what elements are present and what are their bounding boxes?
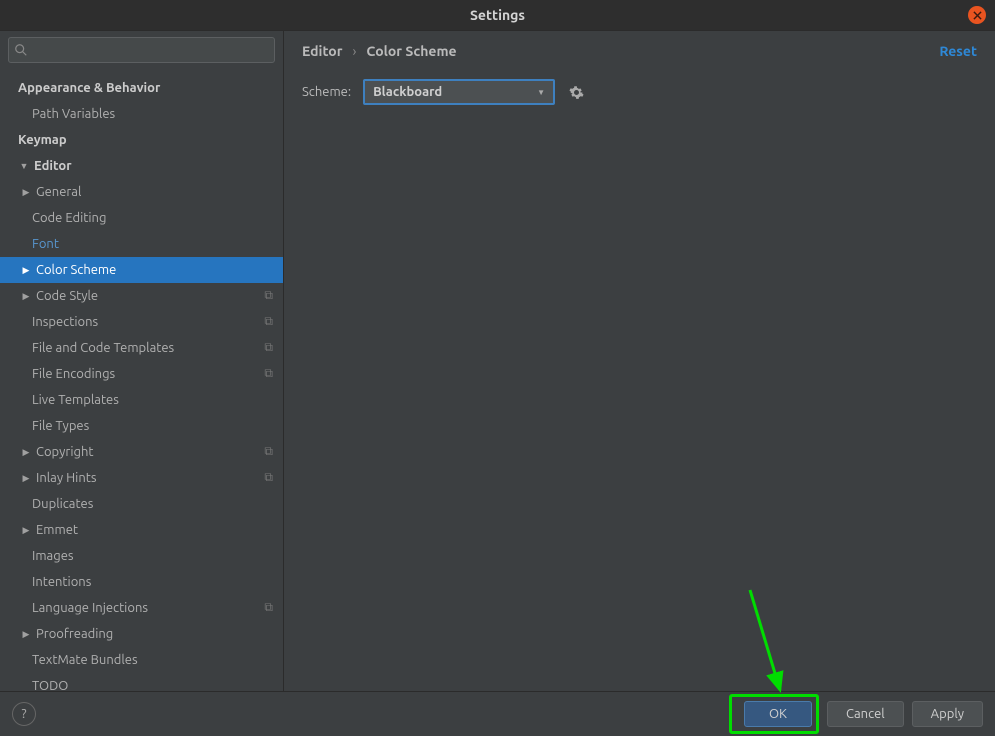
tree-item-label: Intentions <box>32 575 273 589</box>
reset-link[interactable]: Reset <box>939 43 977 59</box>
search-icon <box>14 43 28 57</box>
titlebar: Settings <box>0 0 995 30</box>
project-scope-icon: ⧉ <box>264 471 273 485</box>
tree-item[interactable]: TODO <box>0 673 283 691</box>
tree-item-label: Copyright <box>36 445 264 459</box>
tree-item[interactable]: Font <box>0 231 283 257</box>
chevron-right-icon: ▶ <box>20 187 32 198</box>
chevron-right-icon: ▶ <box>20 265 32 276</box>
project-scope-icon: ⧉ <box>264 445 273 459</box>
search-input[interactable] <box>8 37 275 63</box>
tree-item-label: File Encodings <box>32 367 264 381</box>
tree-item[interactable]: Appearance & Behavior <box>0 75 283 101</box>
tree-item[interactable]: TextMate Bundles <box>0 647 283 673</box>
tree-item[interactable]: ▶ General <box>0 179 283 205</box>
settings-sidebar: Appearance & Behavior Path Variables Keyma… <box>0 31 284 691</box>
tree-item-label: Live Templates <box>32 393 273 407</box>
scheme-value: Blackboard <box>373 85 442 99</box>
project-scope-icon: ⧉ <box>264 341 273 355</box>
chevron-right-icon: ▶ <box>20 447 32 458</box>
breadcrumb: Editor › Color Scheme <box>302 43 977 59</box>
tree-item[interactable]: Live Templates <box>0 387 283 413</box>
chevron-down-icon: ▼ <box>18 161 30 171</box>
tree-item-label: Keymap <box>18 133 273 147</box>
tree-item-label: Emmet <box>36 523 273 537</box>
scheme-gear-button[interactable] <box>567 83 585 101</box>
tree-item-label: Inspections <box>32 315 264 329</box>
chevron-right-icon: ▶ <box>20 291 32 302</box>
dialog-footer: ? OK Cancel Apply <box>0 691 995 736</box>
tree-item-label: General <box>36 185 273 199</box>
tree-item[interactable]: Language Injections⧉ <box>0 595 283 621</box>
tree-item-label: Font <box>32 237 273 251</box>
breadcrumb-leaf: Color Scheme <box>366 43 456 59</box>
tree-item[interactable]: File and Code Templates⧉ <box>0 335 283 361</box>
tree-item[interactable]: Inspections⧉ <box>0 309 283 335</box>
window-title: Settings <box>470 7 525 23</box>
tree-item-label: Path Variables <box>32 107 273 121</box>
tree-item[interactable]: Keymap <box>0 127 283 153</box>
apply-button[interactable]: Apply <box>912 701 983 727</box>
close-icon <box>973 11 982 20</box>
breadcrumb-root[interactable]: Editor <box>302 43 342 59</box>
chevron-right-icon: ▶ <box>20 525 32 536</box>
gear-icon <box>569 85 584 100</box>
close-button[interactable] <box>968 6 986 24</box>
tree-item[interactable]: ▶ Code Style⧉ <box>0 283 283 309</box>
tree-item[interactable]: ▶ Proofreading <box>0 621 283 647</box>
tree-item-label: File Types <box>32 419 273 433</box>
tree-item-label: Images <box>32 549 273 563</box>
project-scope-icon: ⧉ <box>264 315 273 329</box>
tree-item-label: Code Editing <box>32 211 273 225</box>
tree-item[interactable]: ▼ Editor <box>0 153 283 179</box>
scheme-select[interactable]: Blackboard ▼ <box>363 79 555 105</box>
scheme-row: Scheme: Blackboard ▼ <box>302 79 977 105</box>
tree-item-label: File and Code Templates <box>32 341 264 355</box>
tree-item[interactable]: Intentions <box>0 569 283 595</box>
tree-item[interactable]: File Encodings⧉ <box>0 361 283 387</box>
project-scope-icon: ⧉ <box>264 367 273 381</box>
tree-item-label: Language Injections <box>32 601 264 615</box>
tree-item[interactable]: ▶ Emmet <box>0 517 283 543</box>
ok-highlight-annotation: OK <box>729 694 819 734</box>
settings-tree[interactable]: Appearance & Behavior Path Variables Keyma… <box>0 67 283 691</box>
tree-item-label: Duplicates <box>32 497 273 511</box>
tree-item[interactable]: Code Editing <box>0 205 283 231</box>
cancel-button[interactable]: Cancel <box>827 701 904 727</box>
tree-item[interactable]: File Types <box>0 413 283 439</box>
tree-item-label: TextMate Bundles <box>32 653 273 667</box>
help-button[interactable]: ? <box>12 702 36 726</box>
project-scope-icon: ⧉ <box>264 601 273 615</box>
tree-item[interactable]: ▶ Color Scheme <box>0 257 283 283</box>
tree-item[interactable]: ▶ Copyright⧉ <box>0 439 283 465</box>
tree-item[interactable]: Duplicates <box>0 491 283 517</box>
tree-item-label: Editor <box>34 159 273 173</box>
chevron-right-icon: ▶ <box>20 473 32 484</box>
tree-item-label: Appearance & Behavior <box>18 81 273 95</box>
tree-item-label: Inlay Hints <box>36 471 264 485</box>
scheme-label: Scheme: <box>302 85 351 99</box>
tree-item[interactable]: ▶ Inlay Hints⧉ <box>0 465 283 491</box>
tree-item-label: Color Scheme <box>36 263 273 277</box>
tree-item-label: Code Style <box>36 289 264 303</box>
settings-content: Editor › Color Scheme Reset Scheme: Blac… <box>284 31 995 691</box>
tree-item[interactable]: Path Variables <box>0 101 283 127</box>
chevron-down-icon: ▼ <box>537 88 545 97</box>
chevron-right-icon: ▶ <box>20 629 32 640</box>
project-scope-icon: ⧉ <box>264 289 273 303</box>
main-area: Appearance & Behavior Path Variables Keyma… <box>0 30 995 691</box>
tree-item[interactable]: Images <box>0 543 283 569</box>
ok-button[interactable]: OK <box>744 701 812 727</box>
tree-item-label: Proofreading <box>36 627 273 641</box>
chevron-right-icon: › <box>352 43 356 59</box>
tree-item-label: TODO <box>32 679 273 691</box>
